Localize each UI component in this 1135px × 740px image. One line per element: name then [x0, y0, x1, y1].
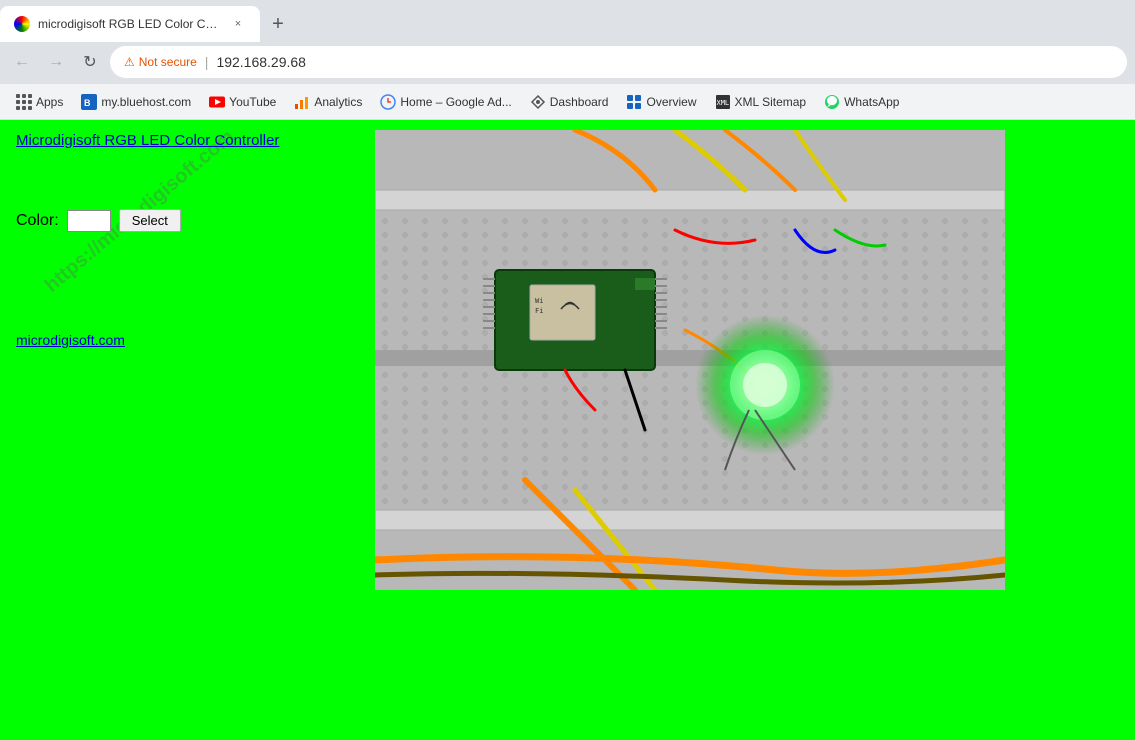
overview-icon — [626, 94, 642, 110]
separator: | — [205, 54, 209, 70]
svg-text:XML: XML — [716, 99, 729, 107]
bookmark-apps[interactable]: Apps — [8, 90, 71, 114]
forward-button[interactable]: → — [42, 48, 70, 76]
color-label: Color: — [16, 212, 59, 230]
bookmark-overview-label: Overview — [646, 95, 696, 109]
bookmark-dashboard[interactable]: Dashboard — [522, 90, 617, 114]
bookmark-dashboard-label: Dashboard — [550, 95, 609, 109]
bookmark-youtube-label: YouTube — [229, 95, 276, 109]
warning-icon: ⚠ — [124, 55, 135, 69]
bookmark-whatsapp-label: WhatsApp — [844, 95, 899, 109]
tab-close-button[interactable]: × — [230, 16, 246, 32]
security-warning: ⚠ Not secure — [124, 55, 197, 69]
address-bar[interactable]: ⚠ Not secure | 192.168.29.68 — [110, 46, 1127, 78]
bookmarks-bar: Apps B my.bluehost.com YouTube — [0, 84, 1135, 120]
bookmark-analytics[interactable]: Analytics — [286, 90, 370, 114]
tab-favicon-icon — [14, 16, 30, 32]
bookmark-google-ads[interactable]: Home – Google Ad... — [372, 90, 519, 114]
bookmark-analytics-label: Analytics — [314, 95, 362, 109]
select-button[interactable]: Select — [119, 209, 181, 232]
bookmark-xml-sitemap[interactable]: XML XML Sitemap — [707, 90, 815, 114]
bookmark-bluehost[interactable]: B my.bluehost.com — [73, 90, 199, 114]
bookmark-whatsapp[interactable]: WhatsApp — [816, 90, 907, 114]
bluehost-icon: B — [81, 94, 97, 110]
page-content: https://microdigisoft.com Microdigisoft … — [0, 120, 1135, 740]
active-tab[interactable]: microdigisoft RGB LED Color Con... × — [0, 6, 260, 42]
svg-text:B: B — [84, 98, 91, 108]
site-link[interactable]: microdigisoft.com — [16, 332, 1119, 348]
whatsapp-icon — [824, 94, 840, 110]
address-bar-row: ← → ↻ ⚠ Not secure | 192.168.29.68 — [0, 40, 1135, 84]
youtube-icon — [209, 94, 225, 110]
new-tab-button[interactable]: + — [264, 10, 292, 38]
bookmark-bluehost-label: my.bluehost.com — [101, 95, 191, 109]
sitemap-icon: XML — [715, 94, 731, 110]
google-icon — [380, 94, 396, 110]
browser-chrome: microdigisoft RGB LED Color Con... × + ←… — [0, 0, 1135, 120]
url-text: 192.168.29.68 — [216, 54, 306, 70]
security-text: Not secure — [139, 55, 197, 69]
bookmark-youtube[interactable]: YouTube — [201, 90, 284, 114]
apps-grid-icon — [16, 94, 32, 110]
bookmark-xml-sitemap-label: XML Sitemap — [735, 95, 807, 109]
reload-button[interactable]: ↻ — [76, 48, 104, 76]
tab-title: microdigisoft RGB LED Color Con... — [38, 17, 222, 31]
tab-bar: microdigisoft RGB LED Color Con... × + — [0, 0, 1135, 40]
analytics-icon — [294, 94, 310, 110]
bookmark-apps-label: Apps — [36, 95, 63, 109]
bookmark-google-ads-label: Home – Google Ad... — [400, 95, 511, 109]
dashboard-icon — [530, 94, 546, 110]
back-button[interactable]: ← — [8, 48, 36, 76]
color-row: Color: Select — [16, 209, 1119, 232]
page-inner: Microdigisoft RGB LED Color Controller C… — [0, 120, 1135, 360]
bookmark-overview[interactable]: Overview — [618, 90, 704, 114]
page-title-link[interactable]: Microdigisoft RGB LED Color Controller — [16, 132, 279, 149]
color-swatch[interactable] — [67, 210, 111, 232]
